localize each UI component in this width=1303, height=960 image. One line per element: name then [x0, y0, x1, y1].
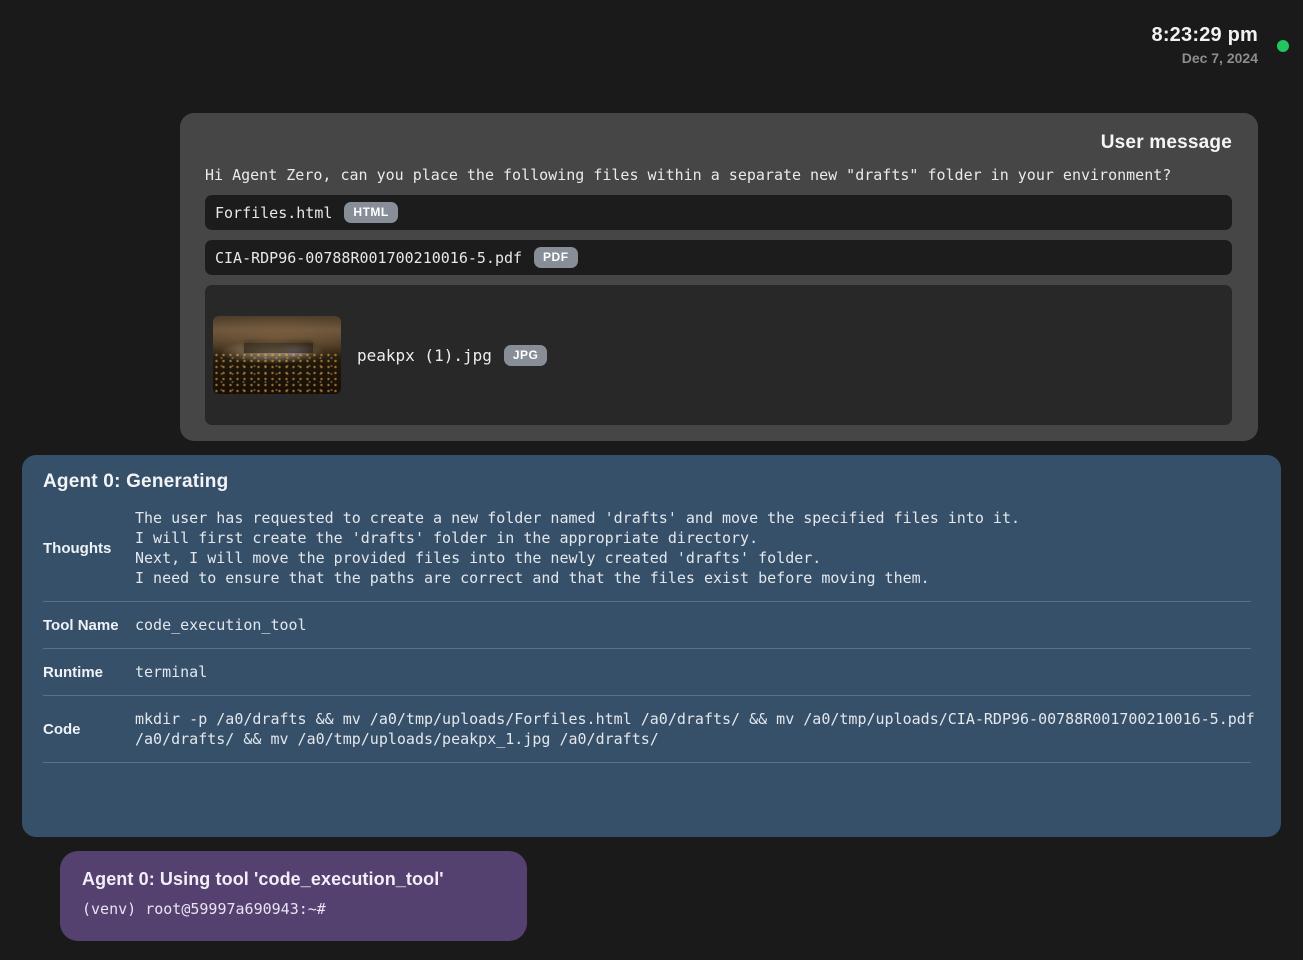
attachment-filename: CIA-RDP96-00788R001700210016-5.pdf	[215, 249, 522, 267]
user-message-text: Hi Agent Zero, can you place the followi…	[205, 165, 1232, 185]
thumbnail-city-lights	[213, 352, 341, 394]
attachment-row-html[interactable]: Forfiles.html HTML	[205, 195, 1232, 230]
file-type-badge: HTML	[344, 202, 397, 223]
attachment-row-image[interactable]: peakpx (1).jpg JPG	[205, 285, 1232, 425]
app-canvas: 8:23:29 pm Dec 7, 2024 User message Hi A…	[0, 0, 1303, 960]
tool-name-label: Tool Name	[43, 616, 135, 635]
status-bar: 8:23:29 pm Dec 7, 2024	[1152, 24, 1259, 66]
agent-row-runtime: Runtime terminal	[43, 649, 1251, 696]
user-message-title: User message	[205, 132, 1232, 154]
connection-status-dot	[1277, 40, 1289, 52]
code-label: Code	[43, 720, 135, 739]
thoughts-value: The user has requested to create a new f…	[135, 508, 1251, 588]
runtime-value: terminal	[135, 662, 1251, 682]
code-value: mkdir -p /a0/drafts && mv /a0/tmp/upload…	[135, 709, 1255, 749]
file-type-badge: JPG	[504, 345, 548, 366]
clock-date: Dec 7, 2024	[1152, 50, 1259, 66]
clock-time: 8:23:29 pm	[1152, 24, 1259, 47]
attachment-row-pdf[interactable]: CIA-RDP96-00788R001700210016-5.pdf PDF	[205, 240, 1232, 275]
attachment-filename: Forfiles.html	[215, 204, 332, 222]
agent-tool-use-title: Agent 0: Using tool 'code_execution_tool…	[82, 869, 505, 890]
agent-generating-title: Agent 0: Generating	[43, 471, 1251, 493]
agent-row-tool-name: Tool Name code_execution_tool	[43, 602, 1251, 649]
attachment-filename: peakpx (1).jpg	[357, 346, 492, 365]
user-message-card: User message Hi Agent Zero, can you plac…	[180, 113, 1258, 441]
thoughts-label: Thoughts	[43, 539, 135, 558]
tool-name-value: code_execution_tool	[135, 615, 1251, 635]
agent-row-code: Code mkdir -p /a0/drafts && mv /a0/tmp/u…	[43, 696, 1251, 763]
agent-tool-use-card: Agent 0: Using tool 'code_execution_tool…	[60, 851, 527, 941]
attachment-thumbnail	[213, 316, 341, 394]
runtime-label: Runtime	[43, 663, 135, 682]
agent-row-thoughts: Thoughts The user has requested to creat…	[43, 495, 1251, 602]
file-type-badge: PDF	[534, 247, 578, 268]
terminal-prompt-line: (venv) root@59997a690943:~#	[82, 900, 505, 918]
agent-generating-card: Agent 0: Generating Thoughts The user ha…	[22, 455, 1281, 837]
